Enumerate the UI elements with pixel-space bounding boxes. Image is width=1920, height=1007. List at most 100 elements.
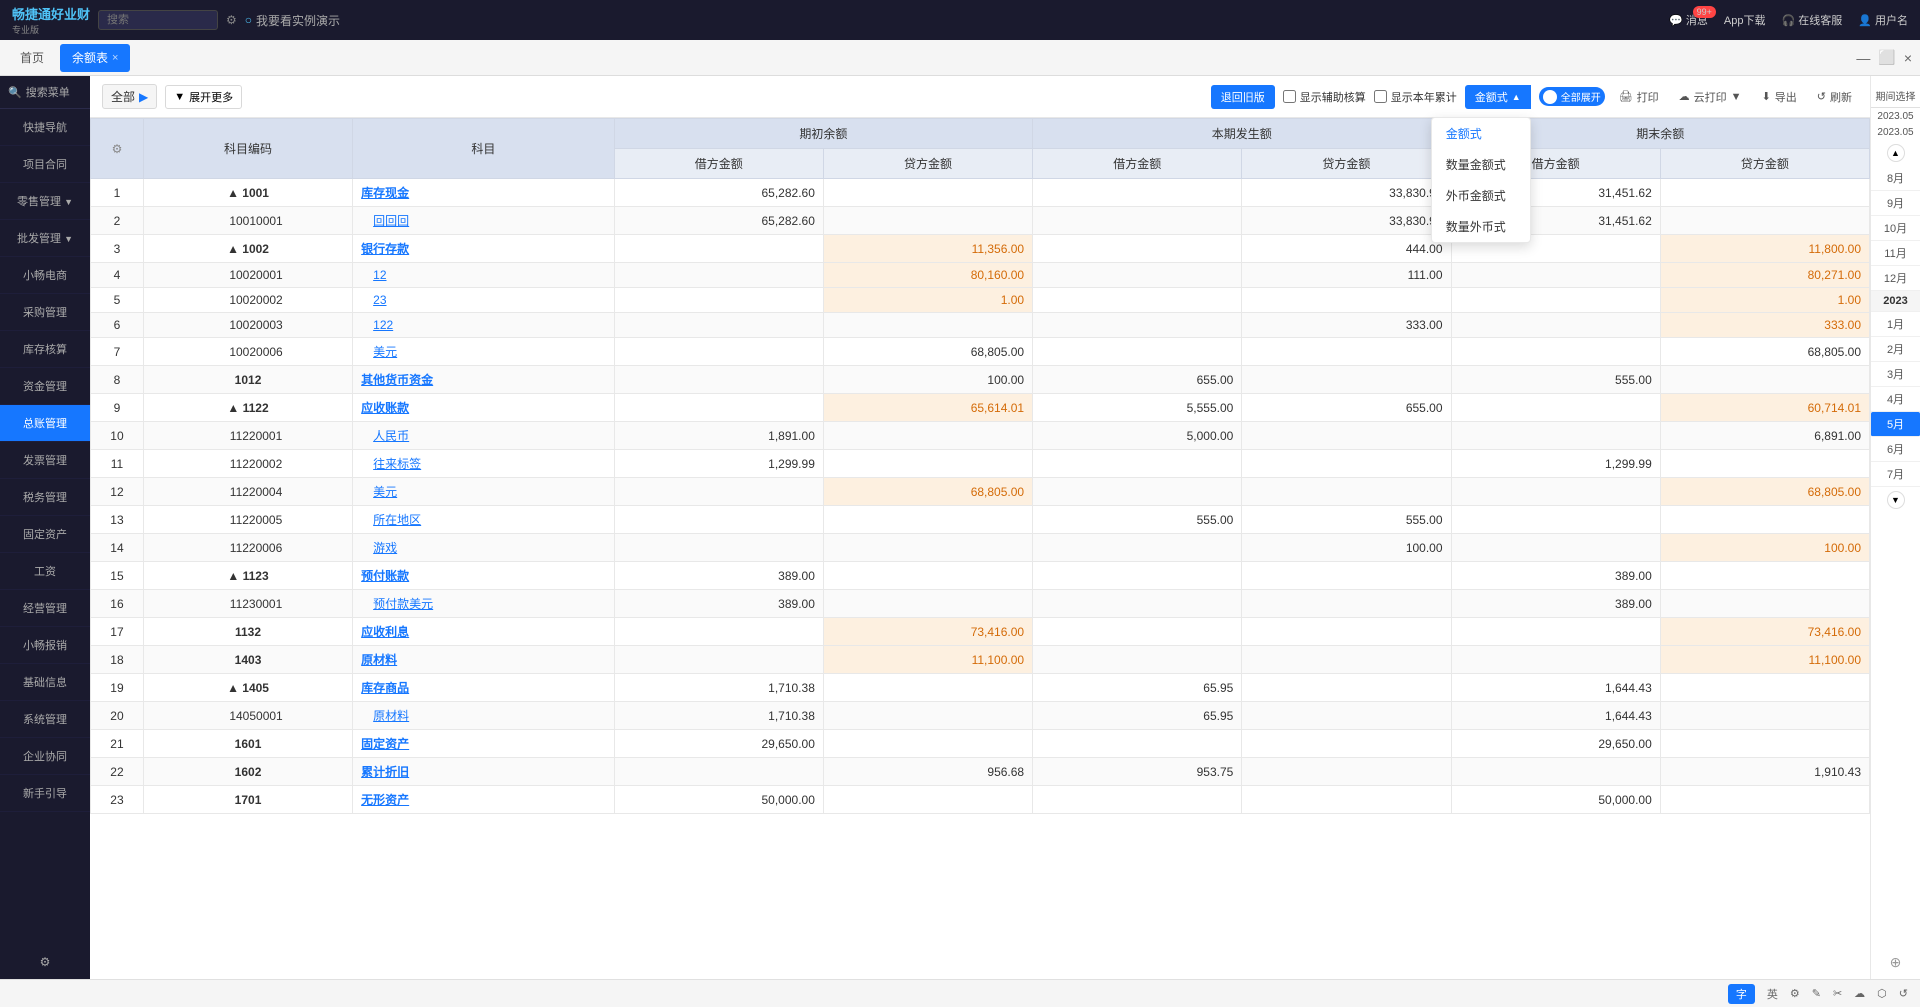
sidebar-item-system[interactable]: 系统管理 xyxy=(0,701,90,738)
auxiliary-checkbox-input[interactable] xyxy=(1283,90,1296,103)
show-ytd-checkbox[interactable]: 显示本年累计 xyxy=(1374,89,1457,105)
status-edit-icon[interactable]: ✎ xyxy=(1812,987,1821,1000)
top-search-input[interactable] xyxy=(98,10,218,30)
show-auxiliary-checkbox[interactable]: 显示辅助核算 xyxy=(1283,89,1366,105)
status-cloud-icon[interactable]: ☁ xyxy=(1854,987,1865,1000)
row-expand-icon[interactable]: ▲ 1405 xyxy=(227,681,269,695)
status-refresh-icon[interactable]: ↺ xyxy=(1899,987,1908,1000)
sidebar-item-quick-nav[interactable]: 快捷导航 xyxy=(0,109,90,146)
sidebar-item-capital[interactable]: 资金管理 xyxy=(0,368,90,405)
month-item[interactable]: 12月 xyxy=(1871,266,1920,291)
tab-restore-btn[interactable]: ⬜ xyxy=(1878,49,1895,66)
month-item[interactable]: 9月 xyxy=(1871,191,1920,216)
row-name[interactable]: 库存现金 xyxy=(353,179,615,207)
sidebar-item-retail[interactable]: 零售管理 ▼ xyxy=(0,183,90,220)
month-item[interactable]: 6月 xyxy=(1871,437,1920,462)
row-name[interactable]: 预付账款 xyxy=(353,562,615,590)
user-avatar[interactable]: 👤 用户名 xyxy=(1858,12,1908,28)
month-item[interactable]: 2月 xyxy=(1871,337,1920,362)
expand-more-btn[interactable]: ▼ 展开更多 xyxy=(165,85,242,109)
th-settings[interactable]: ⚙ xyxy=(91,119,144,179)
month-item[interactable]: 2023 xyxy=(1871,291,1920,312)
demo-link[interactable]: ○ 我要看实例演示 xyxy=(245,12,340,29)
sidebar-item-inventory[interactable]: 库存核算 xyxy=(0,331,90,368)
sidebar-item-basic-info[interactable]: 基础信息 xyxy=(0,664,90,701)
tab-balance-sheet[interactable]: 余额表 × xyxy=(60,44,130,72)
sidebar-item-payroll[interactable]: 工资 xyxy=(0,553,90,590)
sidebar-settings-btn[interactable]: ⚙ xyxy=(0,945,90,979)
row-name[interactable]: 银行存款 xyxy=(353,235,615,263)
row-name[interactable]: 人民币 xyxy=(353,422,615,450)
row-name[interactable]: 预付款美元 xyxy=(353,590,615,618)
ytd-checkbox-input[interactable] xyxy=(1374,90,1387,103)
status-lang[interactable]: 英 xyxy=(1767,986,1778,1002)
row-name[interactable]: 其他货币资金 xyxy=(353,366,615,394)
row-name[interactable]: 美元 xyxy=(353,478,615,506)
export-btn[interactable]: ⬇ 导出 xyxy=(1756,86,1803,108)
expand-all-toggle[interactable]: 全部展开 xyxy=(1539,87,1605,106)
sidebar-item-purchase[interactable]: 采购管理 xyxy=(0,294,90,331)
sidebar-item-project-contract[interactable]: 项目合同 xyxy=(0,146,90,183)
collapse-icon[interactable]: ⊕ xyxy=(1890,954,1902,970)
menu-item-amount[interactable]: 金额式 xyxy=(1432,118,1530,149)
row-name[interactable]: 固定资产 xyxy=(353,730,615,758)
row-name[interactable]: 所在地区 xyxy=(353,506,615,534)
month-item[interactable]: 11月 xyxy=(1871,241,1920,266)
column-settings-icon[interactable]: ⚙ xyxy=(112,142,123,156)
row-expand-icon[interactable]: ▲ 1123 xyxy=(227,569,268,583)
refresh-btn[interactable]: ↺ 刷新 xyxy=(1811,86,1858,108)
sidebar-item-guide[interactable]: 新手引导 xyxy=(0,775,90,812)
status-settings-icon[interactable]: ⚙ xyxy=(1790,987,1800,1000)
row-expand-icon[interactable]: ▲ 1001 xyxy=(227,186,269,200)
tab-close-all-btn[interactable]: × xyxy=(1904,50,1912,66)
sidebar-item-fixed-assets[interactable]: 固定资产 xyxy=(0,516,90,553)
month-item[interactable]: 8月 xyxy=(1871,166,1920,191)
row-name[interactable]: 回回回 xyxy=(353,207,615,235)
row-name[interactable]: 原材料 xyxy=(353,646,615,674)
row-name[interactable]: 往来标签 xyxy=(353,450,615,478)
month-item[interactable]: 1月 xyxy=(1871,312,1920,337)
breadcrumb-all[interactable]: 全部 ▶ xyxy=(102,84,157,109)
row-name[interactable]: 23 xyxy=(353,288,615,313)
month-item[interactable]: 7月 xyxy=(1871,462,1920,487)
menu-item-qty-foreign[interactable]: 数量外币式 xyxy=(1432,211,1530,242)
print-btn[interactable]: 🖨 打印 xyxy=(1613,86,1665,108)
row-name[interactable]: 累计折旧 xyxy=(353,758,615,786)
status-cut-icon[interactable]: ✂ xyxy=(1833,987,1842,1000)
month-item[interactable]: 4月 xyxy=(1871,387,1920,412)
return-old-version-btn[interactable]: 退回旧版 xyxy=(1211,85,1275,109)
row-name[interactable]: 美元 xyxy=(353,338,615,366)
app-download-btn[interactable]: App下载 xyxy=(1724,12,1766,28)
sidebar-item-ecom[interactable]: 小畅电商 xyxy=(0,257,90,294)
sidebar-item-invoice[interactable]: 发票管理 xyxy=(0,442,90,479)
row-name[interactable]: 应收利息 xyxy=(353,618,615,646)
tab-close-btn[interactable]: × xyxy=(112,52,118,64)
menu-item-qty-amount[interactable]: 数量金额式 xyxy=(1432,149,1530,180)
row-expand-icon[interactable]: ▲ 1122 xyxy=(227,401,268,415)
tab-home[interactable]: 首页 xyxy=(8,44,56,72)
status-main-btn[interactable]: 字 xyxy=(1728,984,1755,1004)
settings-icon[interactable]: ⚙ xyxy=(226,13,237,27)
sidebar-item-enterprise[interactable]: 企业协同 xyxy=(0,738,90,775)
next-period-btn[interactable]: ▼ xyxy=(1887,491,1905,509)
tab-minimize-btn[interactable]: — xyxy=(1856,50,1870,66)
month-item[interactable]: 5月 xyxy=(1871,412,1920,437)
sidebar-search[interactable]: 🔍 搜索菜单 xyxy=(0,76,90,109)
online-service-btn[interactable]: 🎧 在线客服 xyxy=(1781,12,1842,28)
row-name[interactable]: 游戏 xyxy=(353,534,615,562)
cloud-print-btn[interactable]: ☁ 云打印 ▼ xyxy=(1673,86,1748,108)
amount-style-dropdown[interactable]: 金额式 ▲ 金额式 数量金额式 外币金额式 数量外币式 xyxy=(1465,85,1531,109)
sidebar-item-ledger[interactable]: 总账管理 xyxy=(0,405,90,442)
row-name[interactable]: 无形资产 xyxy=(353,786,615,814)
month-item[interactable]: 3月 xyxy=(1871,362,1920,387)
status-hex-icon[interactable]: ⬡ xyxy=(1877,987,1887,1000)
row-name[interactable]: 应收账款 xyxy=(353,394,615,422)
row-name[interactable]: 库存商品 xyxy=(353,674,615,702)
sidebar-item-ops[interactable]: 经营管理 xyxy=(0,590,90,627)
menu-item-foreign-amount[interactable]: 外币金额式 xyxy=(1432,180,1530,211)
sidebar-item-tax[interactable]: 税务管理 xyxy=(0,479,90,516)
sidebar-item-mini-sales[interactable]: 小畅报销 xyxy=(0,627,90,664)
prev-period-btn[interactable]: ▲ xyxy=(1887,144,1905,162)
amount-style-btn[interactable]: 金额式 ▲ xyxy=(1465,85,1531,109)
month-item[interactable]: 10月 xyxy=(1871,216,1920,241)
